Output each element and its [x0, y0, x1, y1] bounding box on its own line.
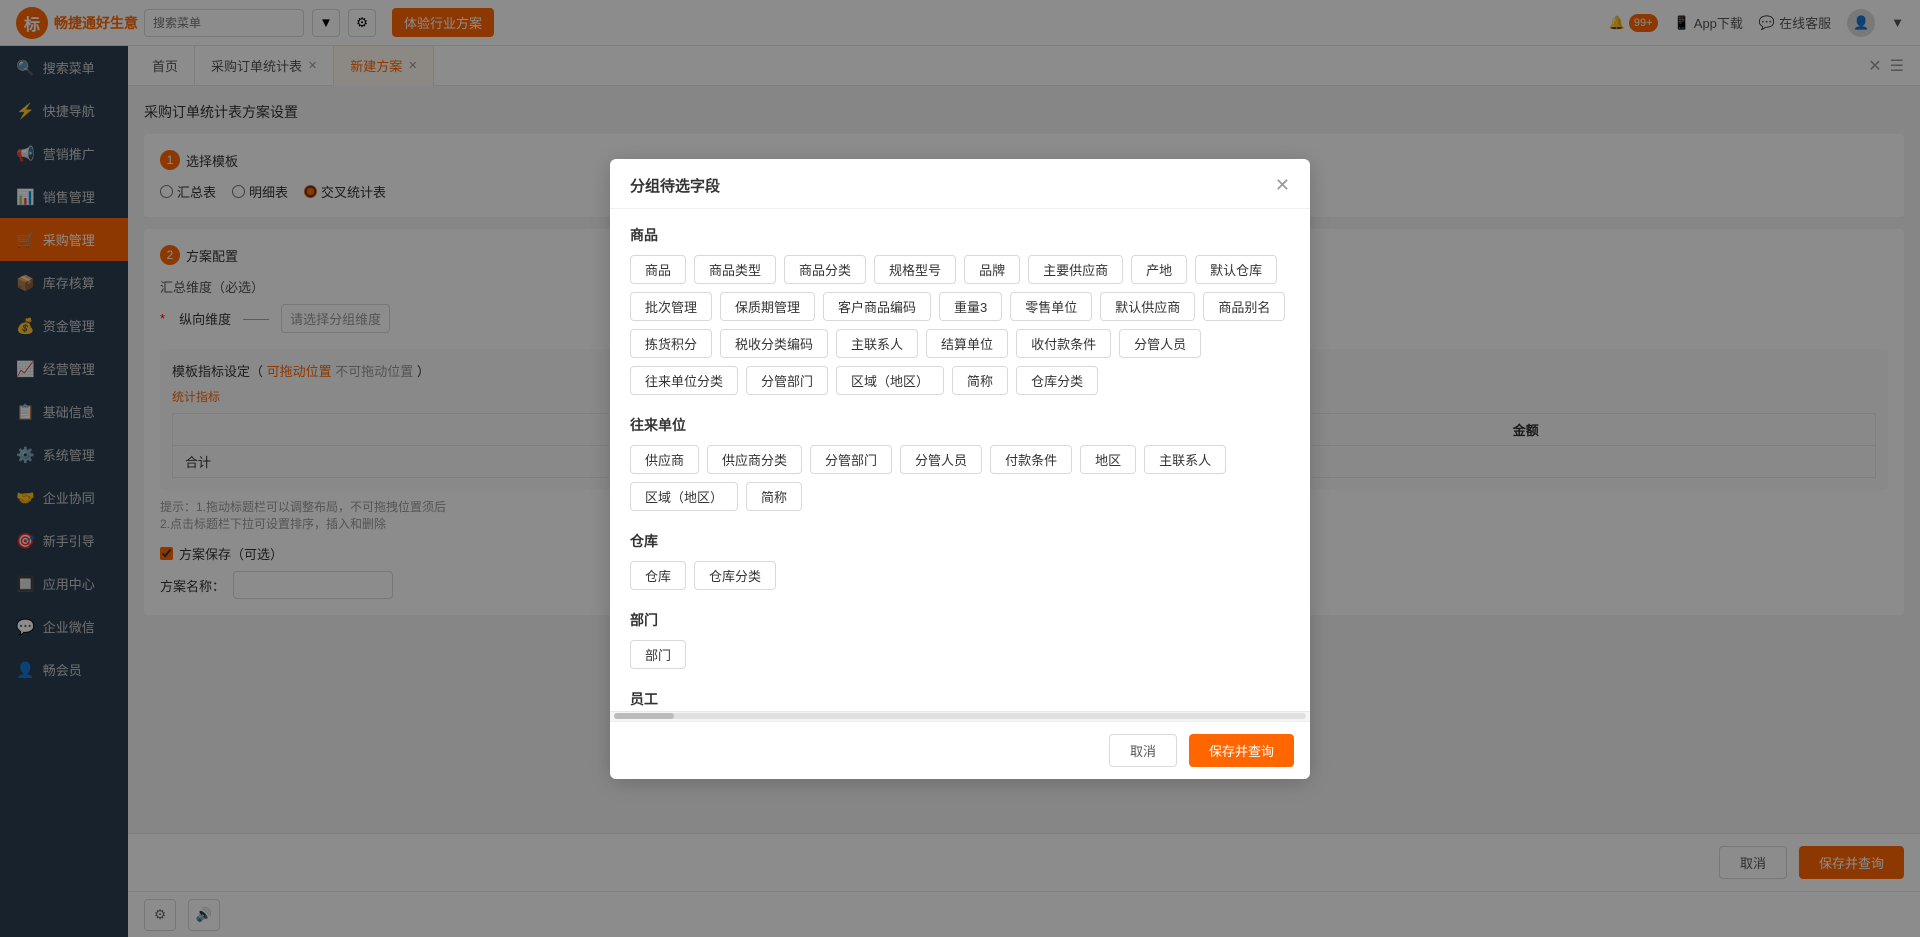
tag-partner-供应商[interactable]: 供应商 [630, 445, 699, 474]
section-warehouse-tags: 仓库 仓库分类 [630, 561, 1290, 590]
tag-product-客户商品编码[interactable]: 客户商品编码 [823, 292, 931, 321]
section-employee: 员工 业务员 [630, 689, 1290, 712]
section-employee-title: 员工 [630, 689, 1290, 709]
hscroll-thumb[interactable] [614, 713, 674, 719]
modal-overlay[interactable]: 分组待选字段 ✕ 商品 商品 商品类型 商品分类 规格型号 品牌 主要供应商 产… [0, 0, 1920, 937]
tag-product-产地[interactable]: 产地 [1131, 255, 1187, 284]
section-product-title: 商品 [630, 225, 1290, 245]
tag-partner-供应商分类[interactable]: 供应商分类 [707, 445, 802, 474]
section-department-tags: 部门 [630, 640, 1290, 669]
modal-confirm-btn[interactable]: 保存并查询 [1189, 734, 1294, 767]
tag-warehouse-仓库分类[interactable]: 仓库分类 [694, 561, 776, 590]
tag-product-收付款条件[interactable]: 收付款条件 [1016, 329, 1111, 358]
tag-partner-地区[interactable]: 地区 [1080, 445, 1136, 474]
tag-product-商品[interactable]: 商品 [630, 255, 686, 284]
tag-product-税收分类编码[interactable]: 税收分类编码 [720, 329, 828, 358]
tag-product-主要供应商[interactable]: 主要供应商 [1028, 255, 1123, 284]
tag-partner-分管部门[interactable]: 分管部门 [810, 445, 892, 474]
section-warehouse-title: 仓库 [630, 531, 1290, 551]
tag-partner-分管人员[interactable]: 分管人员 [900, 445, 982, 474]
tag-partner-主联系人[interactable]: 主联系人 [1144, 445, 1226, 474]
tag-product-零售单位[interactable]: 零售单位 [1010, 292, 1092, 321]
section-department-title: 部门 [630, 610, 1290, 630]
tag-product-默认供应商[interactable]: 默认供应商 [1100, 292, 1195, 321]
tag-warehouse-仓库[interactable]: 仓库 [630, 561, 686, 590]
tag-product-往来单位分类[interactable]: 往来单位分类 [630, 366, 738, 395]
tag-product-拣货积分[interactable]: 拣货积分 [630, 329, 712, 358]
tag-partner-区域地区[interactable]: 区域（地区） [630, 482, 738, 511]
tag-partner-付款条件[interactable]: 付款条件 [990, 445, 1072, 474]
tag-product-规格型号[interactable]: 规格型号 [874, 255, 956, 284]
hscroll-track [614, 713, 1306, 719]
section-warehouse: 仓库 仓库 仓库分类 [630, 531, 1290, 590]
tag-product-品牌[interactable]: 品牌 [964, 255, 1020, 284]
tag-product-商品分类[interactable]: 商品分类 [784, 255, 866, 284]
modal-title: 分组待选字段 [630, 175, 720, 196]
tag-partner-简称[interactable]: 简称 [746, 482, 802, 511]
modal-header: 分组待选字段 ✕ [610, 159, 1310, 209]
tag-product-简称[interactable]: 简称 [952, 366, 1008, 395]
tag-product-主联系人[interactable]: 主联系人 [836, 329, 918, 358]
tag-product-仓库分类[interactable]: 仓库分类 [1016, 366, 1098, 395]
tag-product-分管人员[interactable]: 分管人员 [1119, 329, 1201, 358]
tag-product-保质期管理[interactable]: 保质期管理 [720, 292, 815, 321]
tag-product-分管部门[interactable]: 分管部门 [746, 366, 828, 395]
tag-product-区域地区[interactable]: 区域（地区） [836, 366, 944, 395]
tag-product-批次管理[interactable]: 批次管理 [630, 292, 712, 321]
modal-body: 商品 商品 商品类型 商品分类 规格型号 品牌 主要供应商 产地 默认仓库 批次… [610, 209, 1310, 712]
section-partner: 往来单位 供应商 供应商分类 分管部门 分管人员 付款条件 地区 主联系人 区域… [630, 415, 1290, 511]
section-partner-title: 往来单位 [630, 415, 1290, 435]
tag-product-默认仓库[interactable]: 默认仓库 [1195, 255, 1277, 284]
tag-product-商品别名[interactable]: 商品别名 [1203, 292, 1285, 321]
section-department: 部门 部门 [630, 610, 1290, 669]
modal-horizontal-scrollbar[interactable] [610, 711, 1310, 720]
modal-dialog: 分组待选字段 ✕ 商品 商品 商品类型 商品分类 规格型号 品牌 主要供应商 产… [610, 159, 1310, 779]
tag-product-商品类型[interactable]: 商品类型 [694, 255, 776, 284]
modal-cancel-btn[interactable]: 取消 [1109, 734, 1177, 767]
section-product: 商品 商品 商品类型 商品分类 规格型号 品牌 主要供应商 产地 默认仓库 批次… [630, 225, 1290, 395]
modal-footer: 取消 保存并查询 [610, 721, 1310, 779]
modal-close-button[interactable]: ✕ [1275, 176, 1290, 194]
tag-product-结算单位[interactable]: 结算单位 [926, 329, 1008, 358]
tag-department-部门[interactable]: 部门 [630, 640, 686, 669]
section-partner-tags: 供应商 供应商分类 分管部门 分管人员 付款条件 地区 主联系人 区域（地区） … [630, 445, 1290, 511]
tag-product-重量3[interactable]: 重量3 [939, 292, 1002, 321]
section-product-tags: 商品 商品类型 商品分类 规格型号 品牌 主要供应商 产地 默认仓库 批次管理 … [630, 255, 1290, 395]
